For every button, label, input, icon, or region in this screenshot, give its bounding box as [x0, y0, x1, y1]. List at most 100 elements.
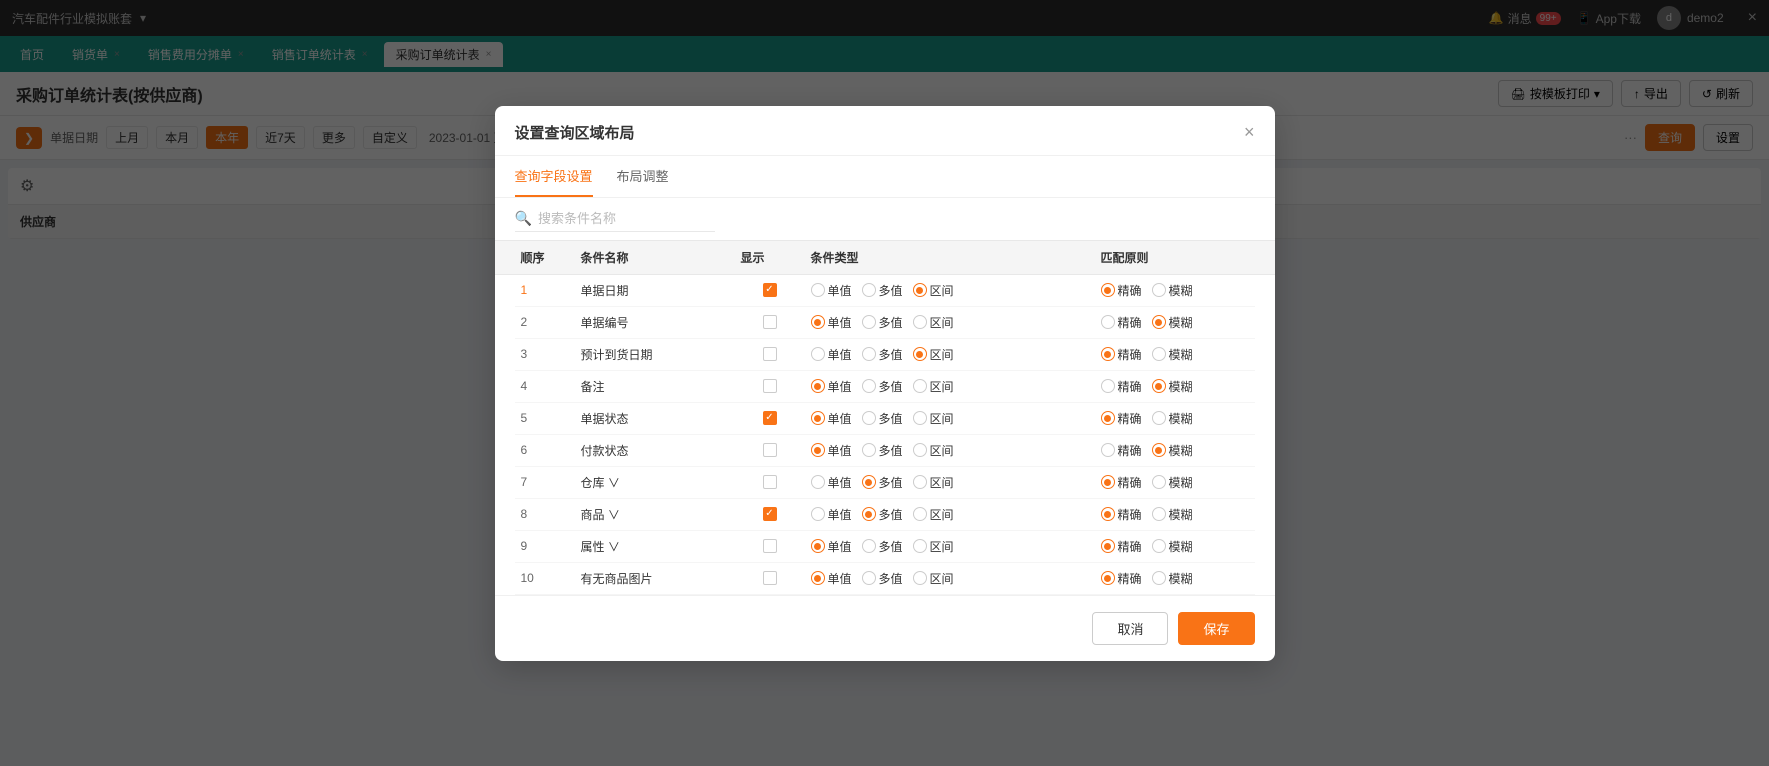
tab-layout[interactable]: 布局调整 [617, 156, 669, 197]
checkbox[interactable] [763, 315, 777, 329]
dialog-title: 设置查询区域布局 [515, 122, 635, 143]
row-name: 商品 ∨ [575, 499, 735, 530]
dialog-search-area: 🔍 [495, 198, 1275, 240]
checkbox[interactable] [763, 539, 777, 553]
row-checkbox[interactable] [735, 500, 805, 528]
dialog-close-button[interactable]: × [1244, 123, 1255, 141]
checkbox[interactable] [763, 443, 777, 457]
radio-type-option[interactable]: 单值 [811, 314, 852, 331]
radio-match-option[interactable]: 模糊 [1152, 410, 1193, 427]
row-checkbox[interactable] [735, 532, 805, 560]
row-match: 精确模糊 [1095, 563, 1255, 594]
radio-dot [1152, 571, 1166, 585]
row-match: 精确模糊 [1095, 531, 1255, 562]
table-row: 5单据状态单值多值区间精确模糊 [515, 403, 1255, 435]
search-input[interactable] [538, 211, 715, 226]
radio-type-option[interactable]: 区间 [913, 282, 954, 299]
radio-match-option[interactable]: 模糊 [1152, 282, 1193, 299]
radio-type-option[interactable]: 多值 [862, 314, 903, 331]
row-seq: 3 [515, 340, 575, 368]
row-checkbox[interactable] [735, 276, 805, 304]
radio-match-option[interactable]: 精确 [1101, 346, 1142, 363]
row-type: 单值多值区间 [805, 435, 1095, 466]
radio-match-option[interactable]: 模糊 [1152, 506, 1193, 523]
radio-type-option[interactable]: 区间 [913, 442, 954, 459]
radio-type-option[interactable]: 多值 [862, 442, 903, 459]
radio-type-option[interactable]: 区间 [913, 570, 954, 587]
radio-match-option[interactable]: 模糊 [1152, 442, 1193, 459]
radio-match-option[interactable]: 精确 [1101, 474, 1142, 491]
radio-dot [1152, 443, 1166, 457]
radio-match-option[interactable]: 精确 [1101, 538, 1142, 555]
radio-type-option[interactable]: 多值 [862, 410, 903, 427]
radio-type-option[interactable]: 单值 [811, 346, 852, 363]
cancel-button[interactable]: 取消 [1092, 612, 1168, 645]
row-checkbox[interactable] [735, 340, 805, 368]
radio-dot [862, 379, 876, 393]
radio-dot [811, 539, 825, 553]
row-checkbox[interactable] [735, 308, 805, 336]
radio-match-option[interactable]: 精确 [1101, 314, 1142, 331]
radio-dot [862, 411, 876, 425]
radio-dot [862, 475, 876, 489]
radio-type-option[interactable]: 单值 [811, 410, 852, 427]
radio-type-option[interactable]: 多值 [862, 474, 903, 491]
radio-match-option[interactable]: 模糊 [1152, 346, 1193, 363]
radio-type-option[interactable]: 多值 [862, 570, 903, 587]
radio-type-option[interactable]: 区间 [913, 346, 954, 363]
radio-type-option[interactable]: 多值 [862, 506, 903, 523]
radio-match-option[interactable]: 模糊 [1152, 570, 1193, 587]
row-checkbox[interactable] [735, 372, 805, 400]
radio-type-option[interactable]: 多值 [862, 538, 903, 555]
radio-type-option[interactable]: 区间 [913, 314, 954, 331]
checkbox[interactable] [763, 507, 777, 521]
radio-dot [913, 539, 927, 553]
checkbox[interactable] [763, 475, 777, 489]
radio-match-option[interactable]: 模糊 [1152, 538, 1193, 555]
checkbox[interactable] [763, 571, 777, 585]
radio-match-option[interactable]: 模糊 [1152, 378, 1193, 395]
radio-dot [862, 507, 876, 521]
checkbox[interactable] [763, 347, 777, 361]
table-row: 9属性 ∨单值多值区间精确模糊 [515, 531, 1255, 563]
radio-type-option[interactable]: 单值 [811, 570, 852, 587]
radio-match-option[interactable]: 精确 [1101, 570, 1142, 587]
tab-query-fields[interactable]: 查询字段设置 [515, 156, 593, 197]
radio-type-option[interactable]: 区间 [913, 506, 954, 523]
radio-type-option[interactable]: 区间 [913, 538, 954, 555]
radio-type-option[interactable]: 单值 [811, 506, 852, 523]
row-checkbox[interactable] [735, 468, 805, 496]
dialog-table-header: 顺序 条件名称 显示 条件类型 匹配原则 [495, 240, 1275, 275]
radio-type-option[interactable]: 单值 [811, 474, 852, 491]
radio-type-option[interactable]: 区间 [913, 410, 954, 427]
radio-match-option[interactable]: 精确 [1101, 282, 1142, 299]
radio-match-option[interactable]: 模糊 [1152, 474, 1193, 491]
radio-match-option[interactable]: 精确 [1101, 506, 1142, 523]
radio-type-option[interactable]: 区间 [913, 378, 954, 395]
radio-match-option[interactable]: 精确 [1101, 410, 1142, 427]
radio-dot [1101, 379, 1115, 393]
radio-type-option[interactable]: 单值 [811, 282, 852, 299]
radio-type-option[interactable]: 单值 [811, 378, 852, 395]
checkbox[interactable] [763, 283, 777, 297]
radio-dot [913, 571, 927, 585]
row-checkbox[interactable] [735, 436, 805, 464]
radio-match-option[interactable]: 模糊 [1152, 314, 1193, 331]
radio-type-option[interactable]: 单值 [811, 442, 852, 459]
row-name: 仓库 ∨ [575, 467, 735, 498]
radio-type-option[interactable]: 单值 [811, 538, 852, 555]
checkbox[interactable] [763, 411, 777, 425]
radio-type-option[interactable]: 区间 [913, 474, 954, 491]
radio-match-option[interactable]: 精确 [1101, 442, 1142, 459]
radio-type-option[interactable]: 多值 [862, 346, 903, 363]
row-checkbox[interactable] [735, 404, 805, 432]
radio-dot [913, 315, 927, 329]
radio-match-option[interactable]: 精确 [1101, 378, 1142, 395]
save-button[interactable]: 保存 [1178, 612, 1254, 645]
row-type: 单值多值区间 [805, 563, 1095, 594]
checkbox[interactable] [763, 379, 777, 393]
radio-type-option[interactable]: 多值 [862, 378, 903, 395]
radio-type-option[interactable]: 多值 [862, 282, 903, 299]
th-type: 条件类型 [805, 241, 1095, 274]
row-checkbox[interactable] [735, 564, 805, 592]
